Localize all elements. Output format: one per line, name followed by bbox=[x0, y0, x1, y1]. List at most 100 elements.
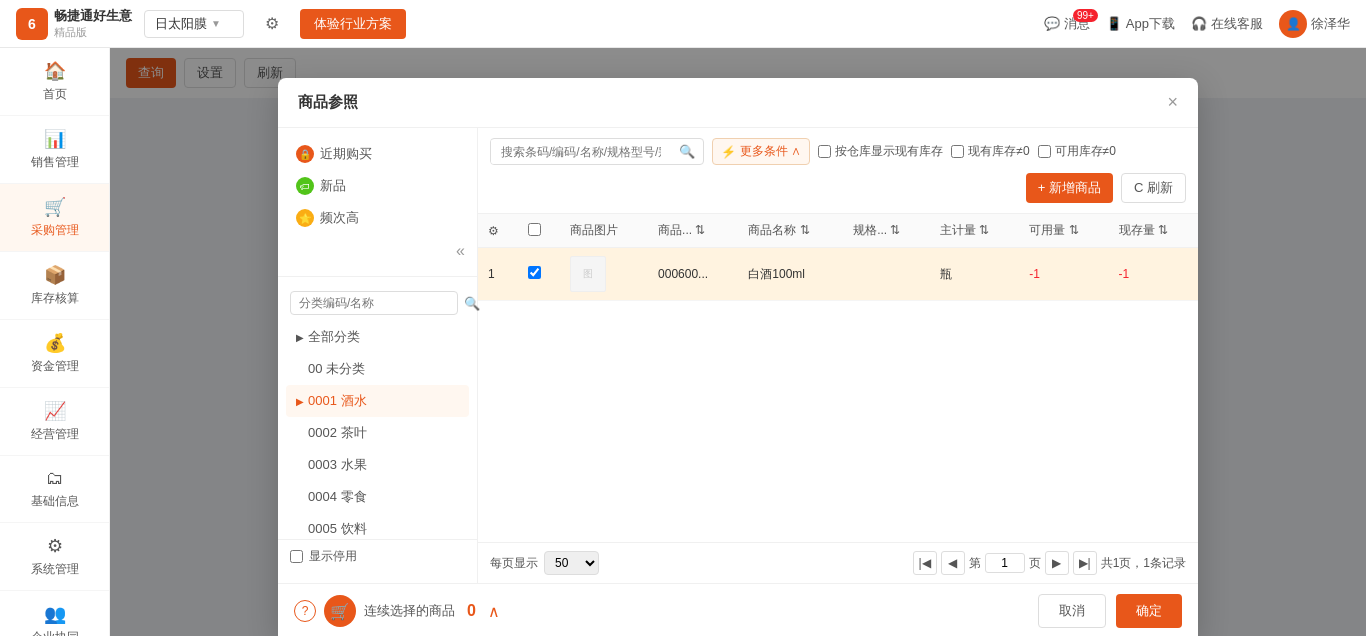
modal-close-button[interactable]: × bbox=[1167, 92, 1178, 113]
available-nonzero-checkbox[interactable] bbox=[1038, 145, 1051, 158]
row-img: 图 bbox=[560, 248, 648, 301]
product-image: 图 bbox=[570, 256, 606, 292]
checkbox-available-nonzero[interactable]: 可用库存≠0 bbox=[1038, 143, 1116, 160]
footer-collapse-arrow[interactable]: ∧ bbox=[488, 602, 500, 621]
headset-icon: 🎧 bbox=[1191, 16, 1207, 31]
finance-icon: 💰 bbox=[44, 332, 66, 354]
topbar: 6 畅捷通好生意 精品版 日太阳膜 ▼ ⚙ 体验行业方案 💬 消息 99+ 📱 … bbox=[0, 0, 1366, 48]
page-number-input[interactable] bbox=[985, 553, 1025, 573]
basic-info-icon: 🗂 bbox=[46, 468, 64, 489]
recent-buy-item[interactable]: 🔒 近期购买 bbox=[286, 138, 469, 170]
sidebar: 🏠 首页 📊 销售管理 🛒 采购管理 📦 库存核算 💰 资金管理 📈 经营管理 … bbox=[0, 48, 110, 636]
main-layout: 🏠 首页 📊 销售管理 🛒 采购管理 📦 库存核算 💰 资金管理 📈 经营管理 … bbox=[0, 48, 1366, 636]
toolbar-right: + 新增商品 C 刷新 bbox=[1026, 173, 1186, 203]
row-checkbox[interactable] bbox=[518, 248, 561, 301]
cart-icon[interactable]: 🛒 bbox=[324, 595, 356, 627]
settings-icon[interactable]: ⚙ bbox=[256, 8, 288, 40]
sidebar-item-basic-info[interactable]: 🗂 基础信息 bbox=[0, 456, 109, 523]
chevron-down-icon: ▼ bbox=[211, 18, 221, 29]
modal-header: 商品参照 × bbox=[278, 78, 1198, 128]
sidebar-item-collab[interactable]: 👥 企业协同 bbox=[0, 591, 109, 636]
logo: 6 畅捷通好生意 精品版 bbox=[16, 7, 132, 40]
content-area: 查询 设置 刷新 商品参照 × 🔒 bbox=[110, 48, 1366, 636]
product-table-container: ⚙ 商品图片 商品... ⇅ 商品名称 ⇅ bbox=[478, 214, 1198, 542]
sidebar-item-home[interactable]: 🏠 首页 bbox=[0, 48, 109, 116]
col-unit[interactable]: 主计量 ⇅ bbox=[930, 214, 1019, 248]
modal-footer: ? 🛒 连续选择的商品 0 ∧ 取消 确定 bbox=[278, 583, 1198, 636]
store-selector[interactable]: 日太阳膜 ▼ bbox=[144, 10, 244, 38]
table-header-row: ⚙ 商品图片 商品... ⇅ 商品名称 ⇅ bbox=[478, 214, 1198, 248]
col-available[interactable]: 可用量 ⇅ bbox=[1019, 214, 1108, 248]
phone-icon: 📱 bbox=[1106, 16, 1122, 31]
sidebar-item-system[interactable]: ⚙ 系统管理 bbox=[0, 523, 109, 591]
messages-badge: 99+ bbox=[1073, 9, 1098, 22]
category-drinks[interactable]: 0005 饮料 bbox=[286, 513, 469, 539]
experience-button[interactable]: 体验行业方案 bbox=[300, 9, 406, 39]
category-uncategorized[interactable]: 00 未分类 bbox=[286, 353, 469, 385]
pagination: 每页显示 50 100 |◀ ◀ 第 bbox=[478, 542, 1198, 583]
show-disabled-checkbox[interactable] bbox=[290, 550, 303, 563]
sidebar-item-finance[interactable]: 💰 资金管理 bbox=[0, 320, 109, 388]
category-all[interactable]: ▶ 全部分类 bbox=[286, 321, 469, 353]
stock-nonzero-checkbox[interactable] bbox=[951, 145, 964, 158]
page-size-control: 每页显示 50 100 bbox=[490, 551, 599, 575]
col-code[interactable]: 商品... ⇅ bbox=[648, 214, 738, 248]
category-search-input[interactable] bbox=[290, 291, 458, 315]
row-name: 白酒100ml bbox=[738, 248, 843, 301]
collapse-panel-btn[interactable]: « bbox=[456, 242, 465, 260]
row-unit: 瓶 bbox=[930, 248, 1019, 301]
row-spec bbox=[843, 248, 930, 301]
sidebar-item-purchase[interactable]: 🛒 采购管理 bbox=[0, 184, 109, 252]
show-disabled-option: 显示停用 bbox=[278, 539, 477, 573]
category-tea[interactable]: 0002 茶叶 bbox=[286, 417, 469, 449]
product-search-input[interactable] bbox=[491, 140, 671, 164]
product-search-box: 🔍 bbox=[490, 138, 704, 165]
modal-body: 🔒 近期购买 🏷 新品 ⭐ 频次高 bbox=[278, 128, 1198, 583]
confirm-button[interactable]: 确定 bbox=[1116, 594, 1182, 628]
category-fruit[interactable]: 0003 水果 bbox=[286, 449, 469, 481]
left-panel: 🔒 近期购买 🏷 新品 ⭐ 频次高 bbox=[278, 128, 478, 583]
category-snacks[interactable]: 0004 零食 bbox=[286, 481, 469, 513]
high-freq-icon: ⭐ bbox=[296, 209, 314, 227]
high-freq-item[interactable]: ⭐ 频次高 bbox=[286, 202, 469, 234]
modal-overlay: 商品参照 × 🔒 近期购买 🏷 bbox=[110, 48, 1366, 636]
topbar-right: 💬 消息 99+ 📱 App下载 🎧 在线客服 👤 徐泽华 bbox=[1044, 10, 1350, 38]
page-size-select[interactable]: 50 100 bbox=[544, 551, 599, 575]
logo-icon: 6 bbox=[16, 8, 48, 40]
col-spec[interactable]: 规格... ⇅ bbox=[843, 214, 930, 248]
first-page-btn[interactable]: |◀ bbox=[913, 551, 937, 575]
select-all-checkbox[interactable] bbox=[528, 223, 541, 236]
table-row[interactable]: 1 图 000600... 白酒100ml 瓶 bbox=[478, 248, 1198, 301]
footer-left: ? 🛒 连续选择的商品 0 ∧ bbox=[294, 595, 500, 627]
new-products-item[interactable]: 🏷 新品 bbox=[286, 170, 469, 202]
sidebar-item-inventory[interactable]: 📦 库存核算 bbox=[0, 252, 109, 320]
prev-page-btn[interactable]: ◀ bbox=[941, 551, 965, 575]
col-img: 商品图片 bbox=[560, 214, 648, 248]
new-products-icon: 🏷 bbox=[296, 177, 314, 195]
checkbox-warehouse[interactable]: 按仓库显示现有库存 bbox=[818, 143, 943, 160]
cancel-button[interactable]: 取消 bbox=[1038, 594, 1106, 628]
sales-icon: 📊 bbox=[44, 128, 66, 150]
checkbox-stock-nonzero[interactable]: 现有库存≠0 bbox=[951, 143, 1029, 160]
product-search-icon[interactable]: 🔍 bbox=[671, 139, 703, 164]
more-filters-btn[interactable]: ⚡ 更多条件 ∧ bbox=[712, 138, 810, 165]
add-product-btn[interactable]: + 新增商品 bbox=[1026, 173, 1113, 203]
refresh-btn[interactable]: C 刷新 bbox=[1121, 173, 1186, 203]
col-settings[interactable]: ⚙ bbox=[478, 214, 518, 248]
sidebar-item-sales[interactable]: 📊 销售管理 bbox=[0, 116, 109, 184]
online-service-btn[interactable]: 🎧 在线客服 bbox=[1191, 15, 1263, 33]
col-stock[interactable]: 现存量 ⇅ bbox=[1109, 214, 1198, 248]
last-page-btn[interactable]: ▶| bbox=[1073, 551, 1097, 575]
messages-btn[interactable]: 💬 消息 99+ bbox=[1044, 15, 1090, 33]
app-download-btn[interactable]: 📱 App下载 bbox=[1106, 15, 1175, 33]
product-table: ⚙ 商品图片 商品... ⇅ 商品名称 ⇅ bbox=[478, 214, 1198, 301]
help-icon[interactable]: ? bbox=[294, 600, 316, 622]
col-name[interactable]: 商品名称 ⇅ bbox=[738, 214, 843, 248]
category-liquor[interactable]: ▶ 0001 酒水 bbox=[286, 385, 469, 417]
sidebar-item-operations[interactable]: 📈 经营管理 bbox=[0, 388, 109, 456]
user-menu[interactable]: 👤 徐泽华 bbox=[1279, 10, 1350, 38]
warehouse-checkbox[interactable] bbox=[818, 145, 831, 158]
next-page-btn[interactable]: ▶ bbox=[1045, 551, 1069, 575]
row-stock: -1 bbox=[1109, 248, 1198, 301]
row-select-checkbox[interactable] bbox=[528, 266, 541, 279]
